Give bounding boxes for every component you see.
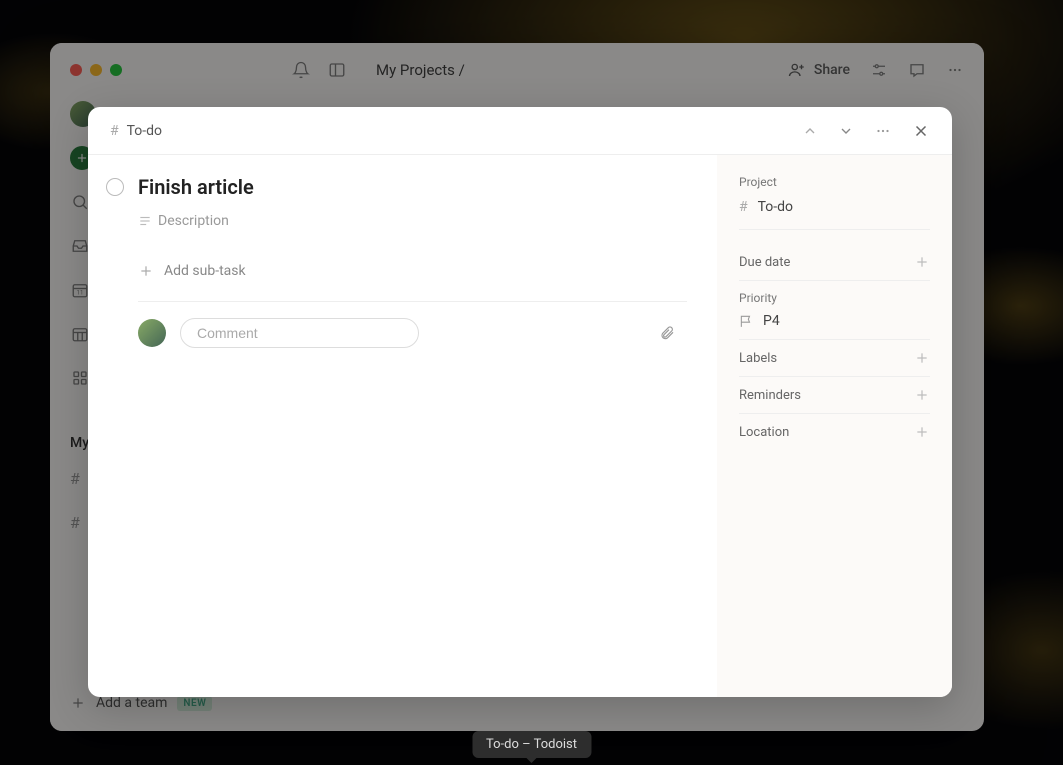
divider xyxy=(138,301,687,302)
attachment-icon[interactable] xyxy=(659,325,675,341)
next-task-icon[interactable] xyxy=(838,123,854,139)
plus-icon xyxy=(138,263,154,279)
meta-due-date-row[interactable]: Due date xyxy=(739,244,930,281)
comment-input[interactable] xyxy=(180,318,419,348)
more-options-icon[interactable] xyxy=(874,122,892,140)
modal-sidebar: Project # To-do Due date Priority P4 xyxy=(717,155,952,697)
meta-priority-label: Priority xyxy=(739,291,930,305)
add-subtask-label: Add sub-task xyxy=(164,263,246,279)
add-subtask-button[interactable]: Add sub-task xyxy=(138,263,687,279)
meta-labels-row[interactable]: Labels xyxy=(739,340,930,377)
task-title[interactable]: Finish article xyxy=(138,175,254,199)
plus-icon xyxy=(914,424,930,440)
meta-priority-value[interactable]: P4 xyxy=(739,313,930,329)
meta-labels-label: Labels xyxy=(739,351,777,366)
plus-icon xyxy=(914,387,930,403)
modal-breadcrumb[interactable]: # To-do xyxy=(110,123,162,139)
meta-project-label: Project xyxy=(739,175,930,189)
meta-reminders-row[interactable]: Reminders xyxy=(739,377,930,414)
description-placeholder: Description xyxy=(158,213,229,229)
close-modal-icon[interactable] xyxy=(912,122,930,140)
task-complete-checkbox[interactable] xyxy=(106,178,124,196)
plus-icon xyxy=(914,350,930,366)
meta-reminders-label: Reminders xyxy=(739,388,801,403)
dock-tooltip: To-do – Todoist xyxy=(472,731,591,758)
description-icon xyxy=(138,214,152,228)
meta-location-row[interactable]: Location xyxy=(739,414,930,450)
meta-location-label: Location xyxy=(739,425,789,440)
modal-main: Finish article Description Add sub-task xyxy=(88,155,717,697)
modal-header: # To-do xyxy=(88,107,952,155)
avatar xyxy=(138,319,166,347)
hash-icon: # xyxy=(110,123,119,139)
hash-icon: # xyxy=(739,199,748,215)
flag-icon xyxy=(739,314,753,328)
plus-icon xyxy=(914,254,930,270)
meta-due-date-label: Due date xyxy=(739,255,790,270)
task-description-field[interactable]: Description xyxy=(138,213,687,229)
meta-project-value[interactable]: # To-do xyxy=(739,199,930,215)
task-detail-modal: # To-do Finish article xyxy=(88,107,952,697)
previous-task-icon[interactable] xyxy=(802,123,818,139)
modal-project-name: To-do xyxy=(127,123,162,139)
